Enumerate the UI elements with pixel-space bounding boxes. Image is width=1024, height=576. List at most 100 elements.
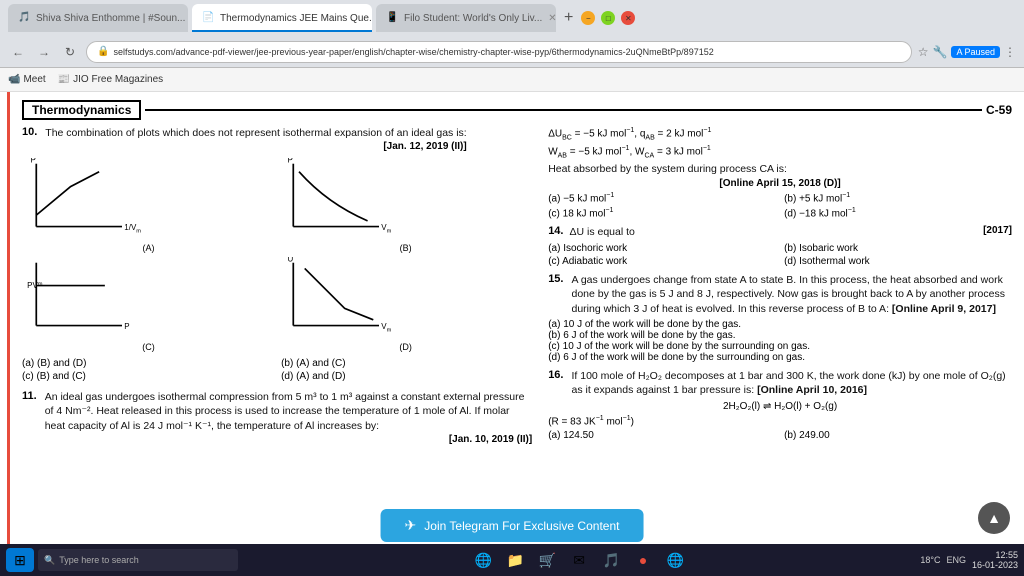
taskbar-weather: 18°C xyxy=(920,555,940,565)
svg-text:U: U xyxy=(288,257,294,264)
new-tab-button[interactable]: + xyxy=(564,9,573,27)
meet-label: Meet xyxy=(23,74,45,85)
jio-icon: 📰 xyxy=(58,74,70,85)
graph-b: P Vm (B) xyxy=(279,158,532,253)
svg-text:P: P xyxy=(31,158,36,165)
q10-number: 10. xyxy=(22,126,37,138)
tab-thermodynamics[interactable]: 📄 Thermodynamics JEE Mains Que... ✕ xyxy=(192,4,372,32)
graph-b-svg: P Vm xyxy=(279,158,399,238)
time-display: 12:55 xyxy=(972,550,1018,560)
refresh-button[interactable]: ↻ xyxy=(60,42,80,62)
graph-c: PVm P (C) xyxy=(22,257,275,352)
q16-opt-b: (b) 249.00 xyxy=(784,430,1012,441)
graph-d-label: (D) xyxy=(279,342,532,352)
main-content: Thermodynamics C-59 10. The combination … xyxy=(0,92,1024,544)
search-icon: 🔍 xyxy=(44,555,55,566)
forward-button[interactable]: → xyxy=(34,42,54,62)
taskbar-search[interactable]: 🔍 Type here to search xyxy=(38,549,238,571)
svg-text:P: P xyxy=(124,322,129,331)
question-16: 16. If 100 mole of H₂O₂ decomposes at 1 … xyxy=(548,369,1012,442)
graphs-container: P 1/Vm (A) P xyxy=(22,158,532,352)
maximize-button[interactable]: □ xyxy=(601,11,615,25)
back-button[interactable]: ← xyxy=(8,42,28,62)
question-14: 14. ΔU is equal to [2017] (a) Isochoric … xyxy=(548,225,1012,267)
q13-year: [Online April 15, 2018 (D)] xyxy=(548,178,1012,189)
q13-opt-a: (a) −5 kJ mol−1 xyxy=(548,192,776,204)
q16-number: 16. xyxy=(548,369,563,381)
tab-music-label: Shiva Shiva Enthomme | #Soun... xyxy=(36,13,185,24)
browser-tab-bar: 🎵 Shiva Shiva Enthomme | #Soun... ✕ 📄 Th… xyxy=(0,0,1024,36)
side-bar-red xyxy=(0,92,10,544)
taskbar-music-icon[interactable]: 🎵 xyxy=(597,548,625,572)
tab-thermo-label: Thermodynamics JEE Mains Que... xyxy=(220,13,372,24)
q13-preamble: ΔUBC = −5 kJ mol−1, qAB = 2 kJ mol−1 WAB… xyxy=(548,126,1012,162)
svg-text:P: P xyxy=(288,158,293,165)
tab-filo-label: Filo Student: World's Only Liv... xyxy=(404,13,542,24)
q13-opt-c: (c) 18 kJ mol−1 xyxy=(548,207,776,219)
q14-text: ΔU is equal to xyxy=(569,225,634,240)
svg-text:1/Vm: 1/Vm xyxy=(124,223,141,234)
bookmark-meet[interactable]: 📹 Meet xyxy=(8,74,46,85)
close-button[interactable]: ✕ xyxy=(621,11,635,25)
bookmark-star-icon[interactable]: ☆ xyxy=(918,45,929,59)
q16-opt-a: (a) 124.50 xyxy=(548,430,776,441)
tab-filo[interactable]: 📱 Filo Student: World's Only Liv... ✕ xyxy=(376,4,556,32)
tab-filo-close[interactable]: ✕ xyxy=(548,13,556,24)
tab-music[interactable]: 🎵 Shiva Shiva Enthomme | #Soun... ✕ xyxy=(8,4,188,32)
minimize-button[interactable]: − xyxy=(581,11,595,25)
start-button[interactable]: ⊞ xyxy=(6,548,34,572)
q16-reaction: 2H₂O₂(l) ⇌ H₂O(l) + O₂(g) xyxy=(548,401,1012,412)
svg-text:Vm: Vm xyxy=(381,322,391,333)
taskbar-edge-icon[interactable]: 🌐 xyxy=(469,548,497,572)
content-area[interactable]: Thermodynamics C-59 10. The combination … xyxy=(10,92,1024,544)
graph-a-svg: P 1/Vm xyxy=(22,158,142,238)
q15-number: 15. xyxy=(548,273,563,285)
section-title: Thermodynamics xyxy=(22,100,141,120)
question-13: ΔUBC = −5 kJ mol−1, qAB = 2 kJ mol−1 WAB… xyxy=(548,126,1012,219)
window-controls: − □ ✕ xyxy=(581,11,635,25)
page-number: C-59 xyxy=(986,103,1012,117)
q16-answers: (a) 124.50 (b) 249.00 xyxy=(548,430,1012,441)
q14-opt-c: (c) Adiabatic work xyxy=(548,256,776,267)
bookmark-jio[interactable]: 📰 JIO Free Magazines xyxy=(58,74,164,85)
graph-c-label: (C) xyxy=(22,342,275,352)
q10-opt-d: (d) (A) and (D) xyxy=(281,371,532,382)
taskbar: ⊞ 🔍 Type here to search 🌐 📁 🛒 ✉ 🎵 ● 🌐 18… xyxy=(0,544,1024,576)
bookmarks-bar: 📹 Meet 📰 JIO Free Magazines xyxy=(0,68,1024,92)
q15-answers: (a) 10 J of the work will be done by the… xyxy=(548,319,1012,363)
graph-d-svg: U Vm xyxy=(279,257,399,337)
address-icons: ☆ 🔧 A Paused ⋮ xyxy=(918,45,1016,59)
extension-icon[interactable]: 🔧 xyxy=(933,45,948,59)
q13-text: Heat absorbed by the system during proce… xyxy=(548,162,1012,177)
menu-icon[interactable]: ⋮ xyxy=(1004,45,1016,59)
q13-opt-b: (b) +5 kJ mol−1 xyxy=(784,192,1012,204)
q15-opt-d: (d) 6 J of the work will be done by the … xyxy=(548,352,1012,363)
right-column: ΔUBC = −5 kJ mol−1, qAB = 2 kJ mol−1 WAB… xyxy=(548,126,1012,453)
q14-number: 14. xyxy=(548,225,563,240)
q15-opt-c: (c) 10 J of the work will be done by the… xyxy=(548,341,1012,352)
q13-opt-d: (d) −18 kJ mol−1 xyxy=(784,207,1012,219)
q16-text: If 100 mole of H₂O₂ decomposes at 1 bar … xyxy=(571,369,1012,398)
telegram-banner[interactable]: ✈ Join Telegram For Exclusive Content xyxy=(381,509,644,542)
taskbar-chrome-icon[interactable]: 🌐 xyxy=(661,548,689,572)
left-column: 10. The combination of plots which does … xyxy=(22,126,532,453)
taskbar-folder-icon[interactable]: 📁 xyxy=(501,548,529,572)
filo-favicon: 📱 xyxy=(386,12,398,24)
taskbar-red-icon[interactable]: ● xyxy=(629,548,657,572)
q13-answers: (a) −5 kJ mol−1 (b) +5 kJ mol−1 (c) 18 k… xyxy=(548,192,1012,219)
q16-r-value: (R = 83 JK−1 mol−1) xyxy=(548,415,1012,427)
taskbar-lang: ENG xyxy=(946,555,966,565)
q10-year: [Jan. 12, 2019 (II)] xyxy=(45,141,466,152)
address-input[interactable]: 🔒 selfstudys.com/advance-pdf-viewer/jee-… xyxy=(86,41,912,63)
question-15: 15. A gas undergoes change from state A … xyxy=(548,273,1012,363)
q11-text: An ideal gas undergoes isothermal compre… xyxy=(45,390,533,434)
taskbar-store-icon[interactable]: 🛒 xyxy=(533,548,561,572)
taskbar-mail-icon[interactable]: ✉ xyxy=(565,548,593,572)
q14-opt-d: (d) Isothermal work xyxy=(784,256,1012,267)
question-10: 10. The combination of plots which does … xyxy=(22,126,532,382)
date-display: 16-01-2023 xyxy=(972,560,1018,570)
pause-icon[interactable]: A Paused xyxy=(951,46,1000,58)
q10-opt-c: (c) (B) and (C) xyxy=(22,371,273,382)
scroll-top-button[interactable]: ▲ xyxy=(978,502,1010,534)
thermo-favicon: 📄 xyxy=(202,12,214,24)
